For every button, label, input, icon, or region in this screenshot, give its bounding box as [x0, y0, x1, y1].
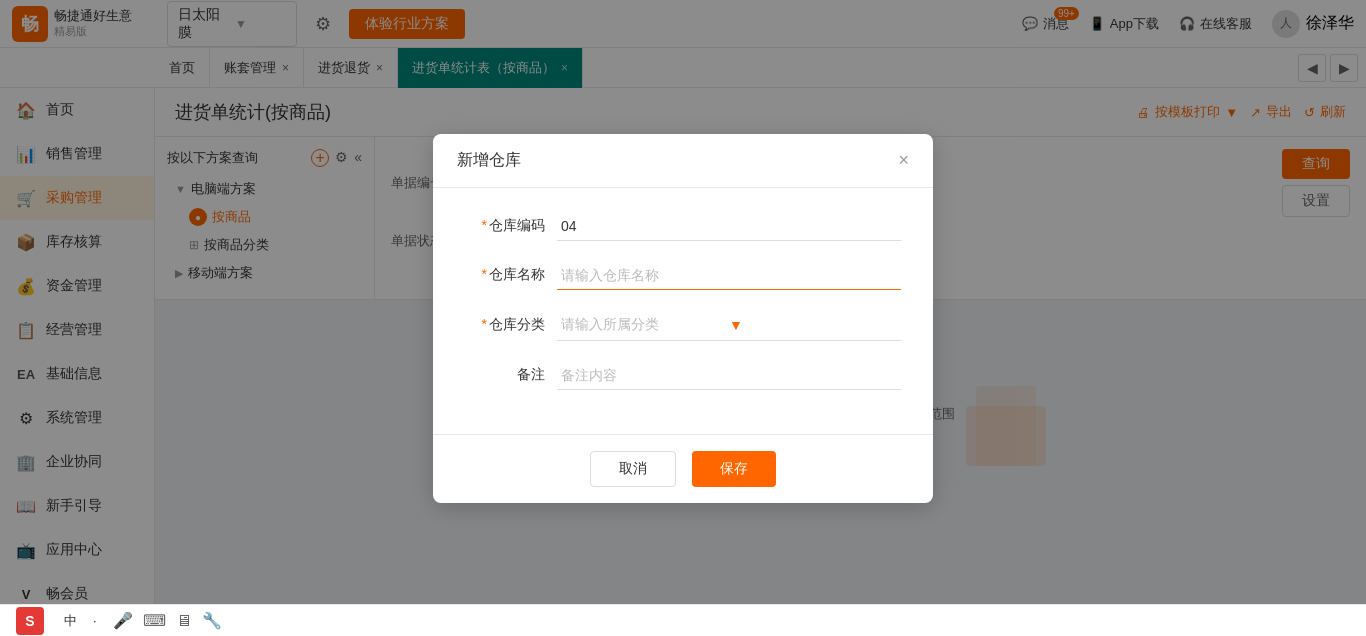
- warehouse-category-select[interactable]: 请输入所属分类 ▼: [557, 310, 901, 341]
- form-row-name: *仓库名称: [465, 261, 901, 290]
- warehouse-name-label: *仓库名称: [465, 266, 545, 284]
- required-star-category: *: [482, 316, 487, 332]
- mic-icon[interactable]: 🎤: [113, 611, 133, 630]
- required-star-code: *: [482, 217, 487, 233]
- category-placeholder: 请输入所属分类: [561, 316, 729, 334]
- form-row-code: *仓库编码: [465, 212, 901, 241]
- warehouse-name-input[interactable]: [557, 261, 901, 290]
- dialog-header: 新增仓库 ×: [433, 134, 933, 188]
- cancel-button[interactable]: 取消: [590, 451, 676, 487]
- category-dropdown-arrow: ▼: [729, 317, 897, 333]
- status-dot-label: ·: [93, 613, 97, 628]
- remark-label: 备注: [465, 366, 545, 384]
- status-icons: 🎤 ⌨ 🖥 🔧: [113, 611, 222, 630]
- modal-overlay[interactable]: 新增仓库 × *仓库编码 *仓库名称 *仓库分类: [0, 0, 1366, 636]
- remark-input[interactable]: [557, 361, 901, 390]
- dialog-body: *仓库编码 *仓库名称 *仓库分类 请输入所属分类 ▼: [433, 188, 933, 434]
- form-row-category: *仓库分类 请输入所属分类 ▼: [465, 310, 901, 341]
- dialog-close-button[interactable]: ×: [898, 151, 909, 169]
- warehouse-code-input[interactable]: [557, 212, 901, 241]
- dialog-footer: 取消 保存: [433, 434, 933, 503]
- status-zhong-label: 中: [64, 612, 77, 630]
- keyboard-icon[interactable]: ⌨: [143, 611, 166, 630]
- form-row-remark: 备注: [465, 361, 901, 390]
- required-star-name: *: [482, 266, 487, 282]
- warehouse-category-label: *仓库分类: [465, 316, 545, 334]
- status-logo: S: [16, 607, 44, 635]
- dialog-title: 新增仓库: [457, 150, 521, 171]
- warehouse-code-label: *仓库编码: [465, 217, 545, 235]
- status-bar: S 中 · 🎤 ⌨ 🖥 🔧: [0, 604, 1366, 636]
- tools-icon[interactable]: 🔧: [202, 611, 222, 630]
- new-warehouse-dialog: 新增仓库 × *仓库编码 *仓库名称 *仓库分类: [433, 134, 933, 503]
- save-button[interactable]: 保存: [692, 451, 776, 487]
- monitor-icon[interactable]: 🖥: [176, 612, 192, 630]
